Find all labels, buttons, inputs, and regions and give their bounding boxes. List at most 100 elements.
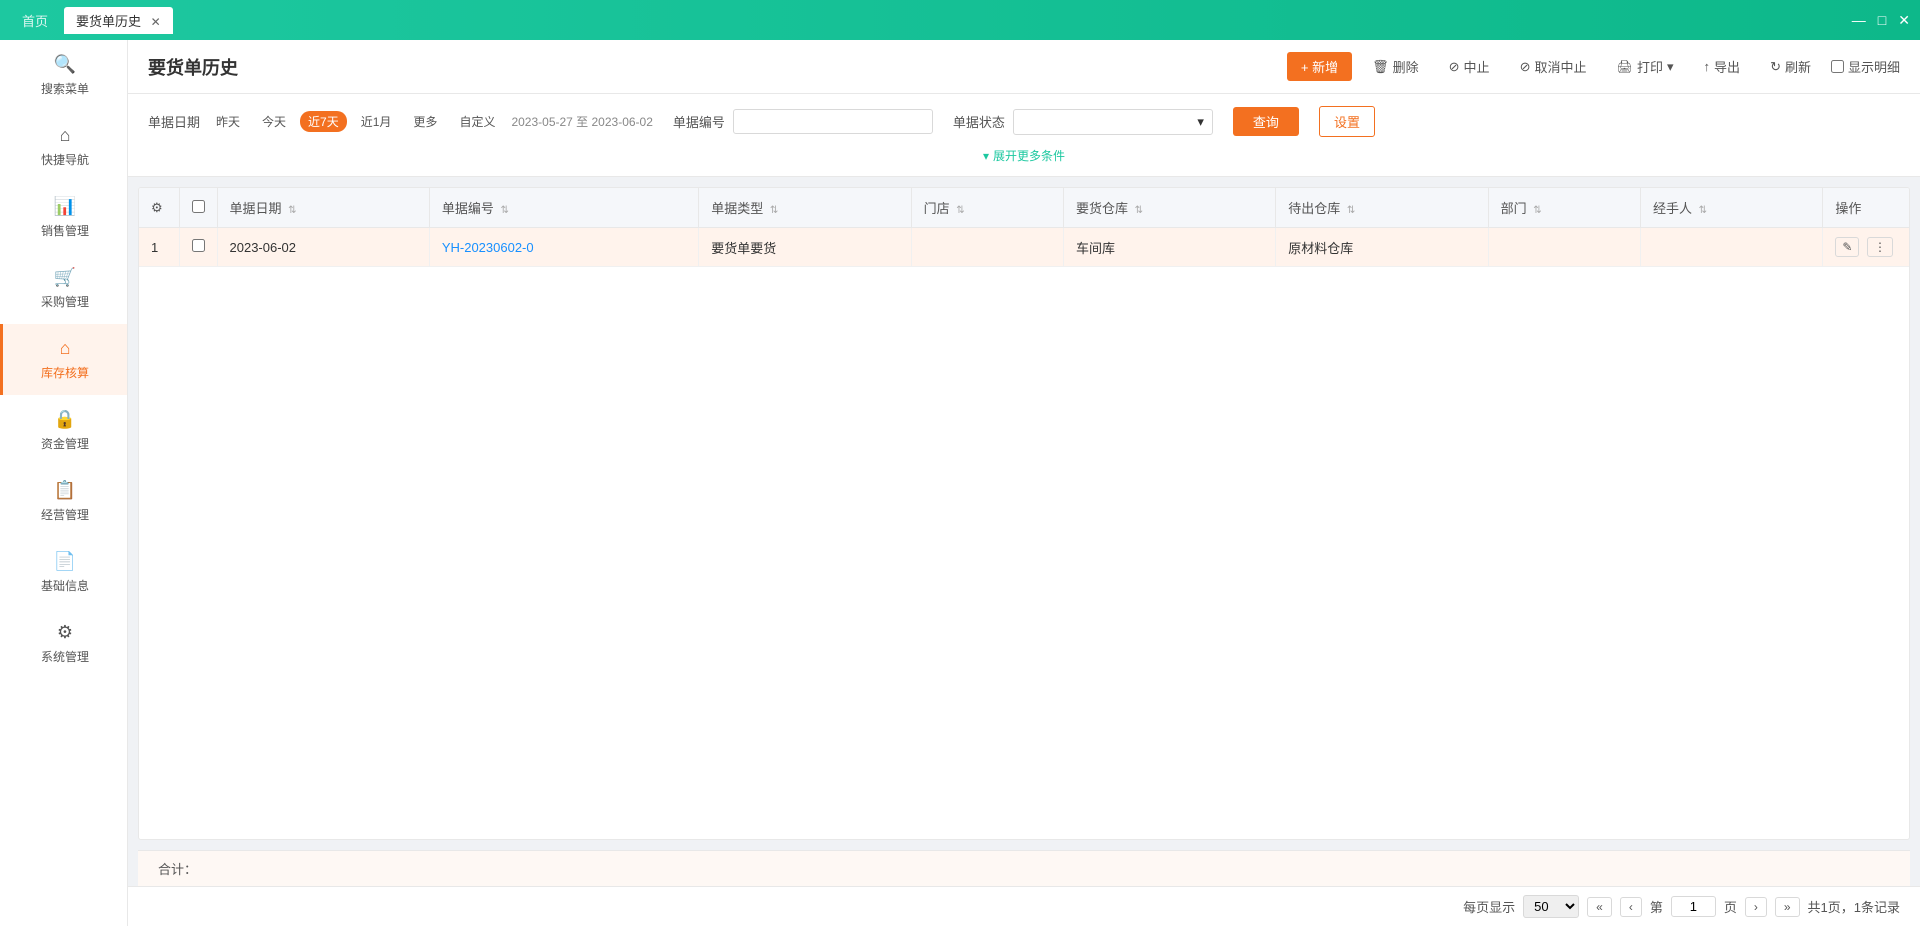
refresh-button[interactable]: ↻ 刷新 [1760, 52, 1821, 81]
row-checkbox[interactable] [179, 228, 217, 267]
row-pending-warehouse: 原材料仓库 [1276, 228, 1488, 267]
minimize-icon[interactable]: — [1852, 12, 1866, 28]
export-button[interactable]: ↑ 导出 [1694, 52, 1751, 81]
sidebar-item-nav[interactable]: ⌂ 快捷导航 [0, 111, 127, 182]
close-icon[interactable]: ✕ [1898, 12, 1910, 29]
row-date: 2023-06-02 [217, 228, 429, 267]
shortcut-1month[interactable]: 近1月 [353, 111, 400, 132]
new-button[interactable]: + 新增 [1287, 52, 1352, 81]
col-store[interactable]: 门店 ⇅ [911, 188, 1063, 228]
row-department [1488, 228, 1640, 267]
print-dropdown-icon: ▾ [1667, 59, 1674, 75]
print-button[interactable]: 🖨 打印 ▾ [1606, 52, 1683, 81]
sort-handler-icon: ⇅ [1699, 205, 1707, 216]
home-icon: ⌂ [60, 125, 71, 146]
per-page-select[interactable]: 50 10 20 100 [1523, 895, 1579, 918]
col-order-no[interactable]: 单据编号 ⇅ [429, 188, 698, 228]
sidebar-item-basicinfo[interactable]: 📄 基础信息 [0, 537, 127, 608]
row-edit-button[interactable]: ✎ [1835, 237, 1859, 257]
purchase-icon: 🛒 [54, 267, 76, 288]
stop-button[interactable]: ⊘ 中止 [1439, 52, 1500, 81]
row-order-no: YH-20230602-0 [429, 228, 698, 267]
shortcut-custom[interactable]: 自定义 [451, 111, 503, 132]
delete-button[interactable]: 🗑 删除 [1362, 52, 1429, 81]
first-page-button[interactable]: « [1587, 897, 1612, 917]
row-store [911, 228, 1063, 267]
delete-icon: 🗑 [1372, 59, 1389, 75]
page-suffix-label: 页 [1724, 897, 1737, 916]
select-all-checkbox[interactable] [192, 200, 205, 213]
col-pending-warehouse[interactable]: 待出仓库 ⇅ [1276, 188, 1488, 228]
status-select[interactable]: ▾ [1013, 109, 1213, 135]
col-department[interactable]: 部门 ⇅ [1488, 188, 1640, 228]
last-page-button[interactable]: » [1775, 897, 1800, 917]
row-more-button[interactable]: ⋮ [1867, 237, 1893, 257]
sidebar-item-inventory[interactable]: ⌂ 库存核算 [0, 324, 127, 395]
system-icon: ⚙ [57, 622, 73, 643]
col-handler[interactable]: 经手人 ⇅ [1640, 188, 1822, 228]
per-page-label: 每页显示 [1463, 897, 1515, 916]
finance-icon: 🔒 [54, 409, 76, 430]
shortcut-7days[interactable]: 近7天 [300, 111, 347, 132]
tab-close-icon[interactable]: ✕ [151, 15, 161, 29]
cancel-stop-icon: ⊘ [1520, 59, 1531, 75]
show-detail-checkbox[interactable]: 显示明细 [1831, 57, 1900, 76]
order-no-input[interactable] [733, 109, 933, 134]
data-table: ⚙ 单据日期 ⇅ 单据编号 ⇅ [139, 188, 1909, 267]
shortcut-more[interactable]: 更多 [405, 111, 445, 132]
tab-order-history[interactable]: 要货单历史 ✕ [64, 7, 173, 34]
table-container: ⚙ 单据日期 ⇅ 单据编号 ⇅ [138, 187, 1910, 840]
refresh-icon: ↻ [1770, 59, 1781, 75]
row-order-type: 要货单要货 [699, 228, 911, 267]
cancel-stop-button[interactable]: ⊘ 取消中止 [1510, 52, 1597, 81]
expand-more-button[interactable]: ▾ 展开更多条件 [148, 147, 1900, 164]
pagination-bar: 每页显示 50 10 20 100 « ‹ 第 页 › » 共1页，1条记录 [128, 886, 1920, 926]
col-req-warehouse[interactable]: 要货仓库 ⇅ [1063, 188, 1275, 228]
show-detail-input[interactable] [1831, 60, 1844, 73]
shortcut-today[interactable]: 今天 [254, 111, 294, 132]
col-order-type[interactable]: 单据类型 ⇅ [699, 188, 911, 228]
tab-home[interactable]: 首页 [10, 7, 60, 34]
order-no-link[interactable]: YH-20230602-0 [442, 240, 534, 255]
top-bar: 首页 要货单历史 ✕ — □ ✕ [0, 0, 1920, 40]
settings-button[interactable]: 设置 [1319, 106, 1375, 137]
page-number-input[interactable] [1671, 896, 1716, 917]
sort-dept-icon: ⇅ [1533, 205, 1541, 216]
filter-bar: 单据日期 昨天 今天 近7天 近1月 更多 自定义 2023-05-27 至 2… [128, 94, 1920, 177]
date-shortcuts: 昨天 今天 近7天 近1月 更多 自定义 [208, 111, 503, 132]
sidebar-item-search[interactable]: 🔍 搜索菜单 [0, 40, 127, 111]
top-bar-right: — □ ✕ [1852, 12, 1910, 29]
row-handler [1640, 228, 1822, 267]
status-filter-group: 单据状态 ▾ [953, 109, 1213, 135]
page-title: 要货单历史 [148, 54, 238, 80]
row-select-checkbox[interactable] [192, 239, 205, 252]
table-summary: 合计： [138, 850, 1910, 886]
total-records-label: 共1页，1条记录 [1808, 897, 1900, 916]
sidebar-item-purchase[interactable]: 🛒 采购管理 [0, 253, 127, 324]
sales-icon: 📊 [54, 196, 76, 217]
sidebar-item-system[interactable]: ⚙ 系统管理 [0, 608, 127, 679]
sort-reqwarehouse-icon: ⇅ [1135, 205, 1143, 216]
sidebar-item-sales[interactable]: 📊 销售管理 [0, 182, 127, 253]
go-to-page-label: 第 [1650, 897, 1663, 916]
sidebar-item-finance[interactable]: 🔒 资金管理 [0, 395, 127, 466]
next-page-button[interactable]: › [1745, 897, 1767, 917]
tab-bar: 首页 要货单历史 ✕ [10, 7, 1852, 34]
query-button[interactable]: 查询 [1233, 107, 1299, 136]
table-header-row: ⚙ 单据日期 ⇅ 单据编号 ⇅ [139, 188, 1909, 228]
prev-page-button[interactable]: ‹ [1620, 897, 1642, 917]
row-req-warehouse: 车间库 [1063, 228, 1275, 267]
maximize-icon[interactable]: □ [1878, 12, 1886, 28]
export-icon: ↑ [1704, 59, 1711, 74]
col-date[interactable]: 单据日期 ⇅ [217, 188, 429, 228]
content-area: 要货单历史 + 新增 🗑 删除 ⊘ 中止 ⊘ 取消中止 🖨 打印 [128, 40, 1920, 926]
sort-type-icon: ⇅ [770, 205, 778, 216]
sidebar-item-management[interactable]: 📋 经营管理 [0, 466, 127, 537]
inventory-icon: ⌂ [60, 338, 71, 359]
sort-pendingwarehouse-icon: ⇅ [1347, 205, 1355, 216]
shortcut-yesterday[interactable]: 昨天 [208, 111, 248, 132]
column-settings-icon[interactable]: ⚙ [151, 200, 163, 215]
filter-row: 单据日期 昨天 今天 近7天 近1月 更多 自定义 2023-05-27 至 2… [148, 106, 1900, 137]
expand-icon: ▾ [983, 149, 989, 163]
sort-orderno-icon: ⇅ [500, 205, 508, 216]
